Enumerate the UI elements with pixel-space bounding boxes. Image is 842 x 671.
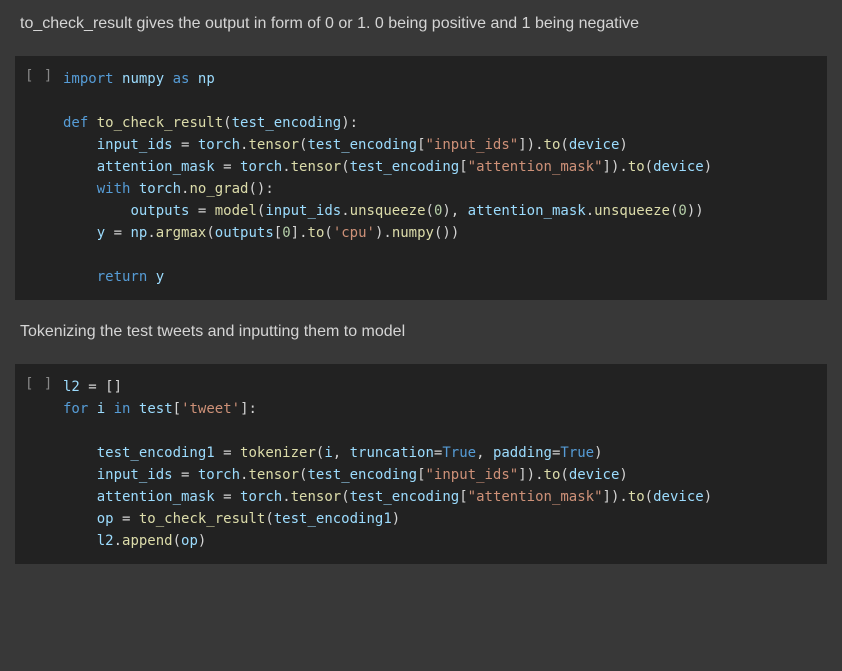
keyword-with: with (97, 181, 131, 197)
function-call: tokenizer (240, 445, 316, 461)
identifier: test_encoding (307, 467, 417, 483)
code-cell-2[interactable]: [ ] l2 = [] for i in test['tweet']: test… (15, 364, 827, 564)
identifier: device (653, 489, 704, 505)
function-call: to (628, 489, 645, 505)
identifier: attention_mask (97, 489, 215, 505)
identifier: y (97, 225, 105, 241)
identifier: l2 (63, 379, 80, 395)
text-cell-2-content: Tokenizing the test tweets and inputting… (20, 323, 405, 340)
identifier: test_encoding1 (97, 445, 215, 461)
identifier: torch (198, 137, 240, 153)
function-call: to (544, 467, 561, 483)
identifier: test_encoding (350, 489, 460, 505)
text-cell-1-content: to_check_result gives the output in form… (20, 15, 639, 32)
identifier: outputs (215, 225, 274, 241)
string-literal: "input_ids" (426, 467, 519, 483)
number-literal: 0 (678, 203, 686, 219)
identifier: op (181, 533, 198, 549)
function-call: tensor (248, 137, 299, 153)
string-literal: "input_ids" (426, 137, 519, 153)
identifier: test_encoding (350, 159, 460, 175)
identifier: np (130, 225, 147, 241)
identifier: torch (198, 467, 240, 483)
function-call: no_grad (189, 181, 248, 197)
keyword-def: def (63, 115, 88, 131)
function-call: unsqueeze (350, 203, 426, 219)
identifier: torch (139, 181, 181, 197)
keyword-for: for (63, 401, 88, 417)
function-call: append (122, 533, 173, 549)
identifier: attention_mask (468, 203, 586, 219)
identifier: numpy (122, 71, 164, 87)
function-call: unsqueeze (594, 203, 670, 219)
function-call: tensor (248, 467, 299, 483)
code-cell-1[interactable]: [ ] import numpy as np def to_check_resu… (15, 56, 827, 300)
number-literal: 0 (282, 225, 290, 241)
function-call: argmax (156, 225, 207, 241)
identifier: padding (493, 445, 552, 461)
string-literal: 'cpu' (333, 225, 375, 241)
identifier: test_encoding (232, 115, 342, 131)
identifier: torch (240, 489, 282, 505)
string-literal: "attention_mask" (468, 159, 603, 175)
function-call: to (544, 137, 561, 153)
code-cell-1-code[interactable]: import numpy as np def to_check_result(t… (63, 56, 827, 300)
function-call: to (308, 225, 325, 241)
keyword-as: as (173, 71, 190, 87)
identifier: input_ids (97, 467, 173, 483)
keyword-return: return (97, 269, 148, 285)
identifier: truncation (350, 445, 434, 461)
function-call: tensor (291, 159, 342, 175)
identifier: input_ids (97, 137, 173, 153)
code-cell-2-code[interactable]: l2 = [] for i in test['tweet']: test_enc… (63, 364, 827, 564)
identifier: device (653, 159, 704, 175)
boolean-literal: True (442, 445, 476, 461)
identifier: test (139, 401, 173, 417)
keyword-import: import (63, 71, 114, 87)
identifier: y (156, 269, 164, 285)
string-literal: "attention_mask" (468, 489, 603, 505)
string-literal: 'tweet' (181, 401, 240, 417)
identifier: l2 (97, 533, 114, 549)
identifier: input_ids (265, 203, 341, 219)
identifier: attention_mask (97, 159, 215, 175)
keyword-in: in (114, 401, 131, 417)
function-call: tensor (291, 489, 342, 505)
code-cell-1-gutter[interactable]: [ ] (15, 56, 63, 96)
identifier: test_encoding (307, 137, 417, 153)
identifier: outputs (130, 203, 189, 219)
function-call: numpy (392, 225, 434, 241)
function-call: model (215, 203, 257, 219)
function-name: to_check_result (97, 115, 223, 131)
identifier: op (97, 511, 114, 527)
text-cell-1: to_check_result gives the output in form… (0, 0, 842, 48)
text-cell-2: Tokenizing the test tweets and inputting… (0, 308, 842, 356)
boolean-literal: True (560, 445, 594, 461)
identifier: device (569, 467, 620, 483)
function-call: to (628, 159, 645, 175)
identifier: i (324, 445, 332, 461)
identifier: i (97, 401, 105, 417)
code-cell-2-gutter[interactable]: [ ] (15, 364, 63, 404)
identifier: device (569, 137, 620, 153)
identifier: torch (240, 159, 282, 175)
identifier: test_encoding1 (274, 511, 392, 527)
function-call: to_check_result (139, 511, 265, 527)
identifier: np (198, 71, 215, 87)
